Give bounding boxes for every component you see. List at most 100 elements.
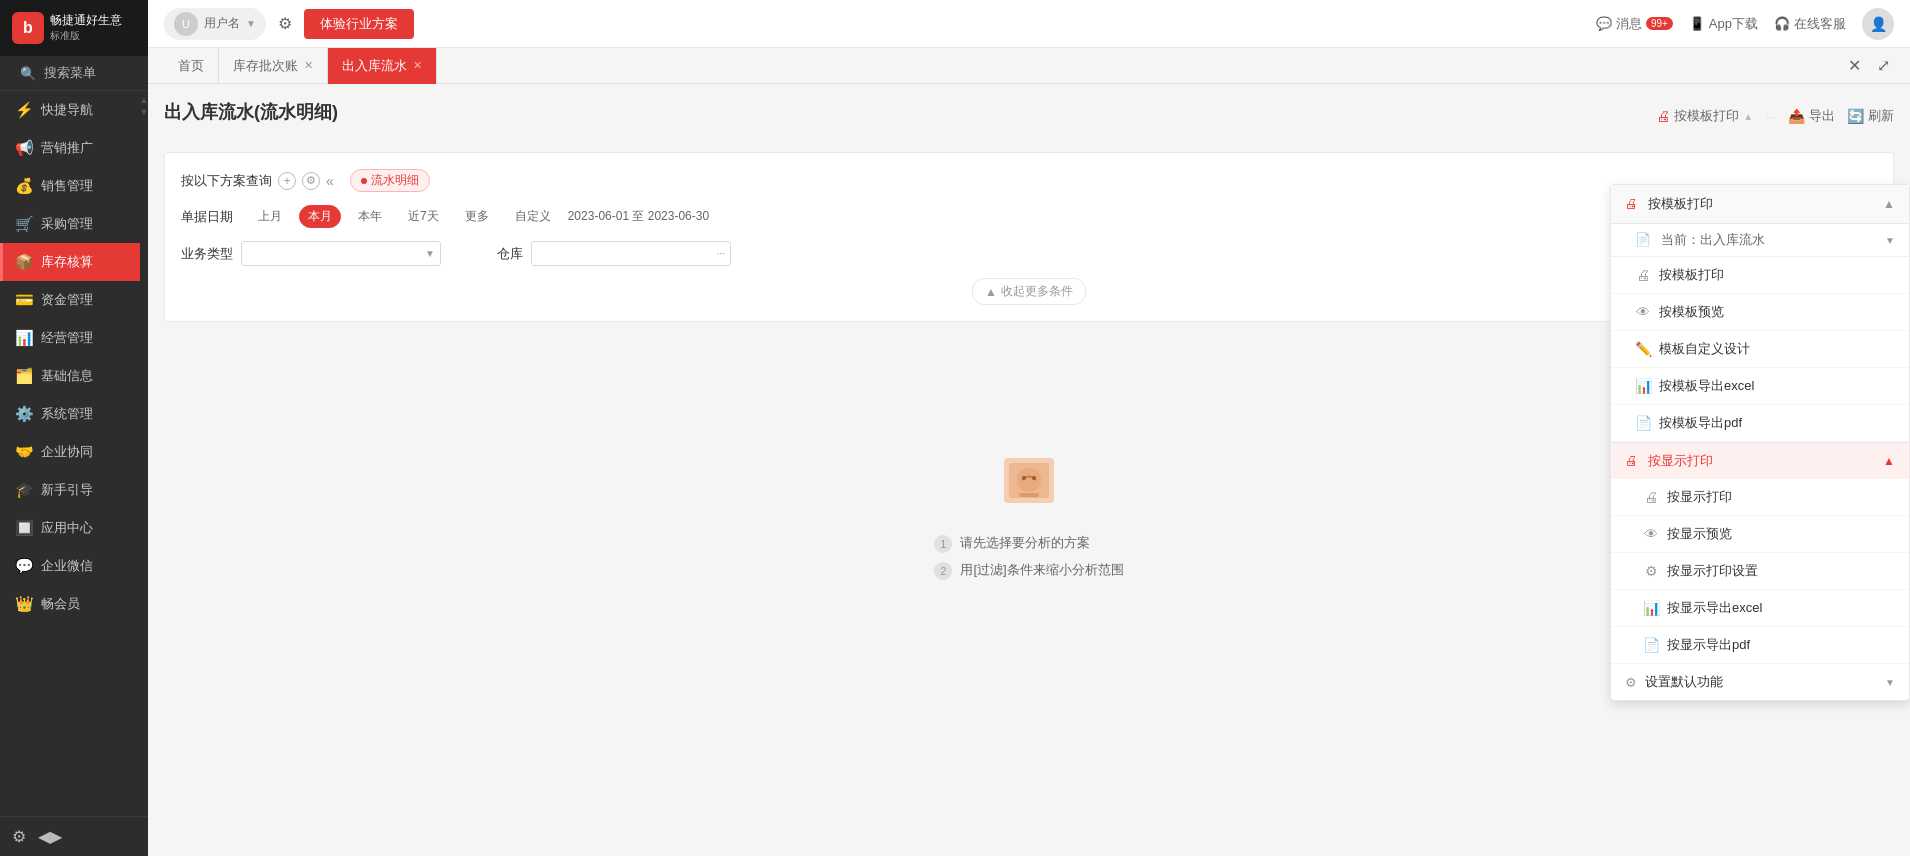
dropdown-item-template-print[interactable]: 🖨 按模板打印 [1611,257,1909,294]
dropdown-sub-item-display-settings[interactable]: ⚙ 按显示打印设置 [1611,553,1909,590]
sidebar-item-basic[interactable]: 🗂️ 基础信息 [0,357,140,395]
svg-point-4 [1032,476,1036,480]
filter-tag-label: 流水明细 [371,172,419,189]
date-btn-last-month[interactable]: 上月 [249,205,291,228]
biz-type-label: 业务类型 [181,245,233,263]
template-design-icon: ✏️ [1635,341,1651,357]
sidebar-item-purchase[interactable]: 🛒 采购管理 [0,205,140,243]
topbar-settings-icon[interactable]: ⚙ [278,14,292,33]
dropdown-item-template-pdf[interactable]: 📄 按模板导出pdf [1611,405,1909,442]
sidebar-item-system[interactable]: ⚙️ 系统管理 [0,395,140,433]
sidebar-nav: ⚡ 快捷导航 📢 营销推广 💰 销售管理 🛒 采购管理 📦 库存核算 💳 [0,91,140,816]
dropdown-sub-item-display-excel[interactable]: 📊 按显示导出excel [1611,590,1909,627]
collapse-more-btn[interactable]: ▲ 收起更多条件 [972,278,1086,305]
template-excel-icon: 📊 [1635,378,1651,394]
footer-icon: ⚙ [1625,675,1637,690]
sidebar-search[interactable]: 🔍 搜索菜单 [0,56,148,91]
sidebar-bottom: ⚙ ◀▶ [0,816,148,856]
profile-avatar[interactable]: 👤 [1862,8,1894,40]
section-collapse-arrow[interactable]: ▲ [1883,454,1895,468]
scroll-up-arrow[interactable]: ▲ [140,95,148,105]
biz-type-select[interactable] [241,241,441,266]
export-label: 导出 [1809,107,1835,125]
toolbar: 🖨 按模板打印 ▲ ··· 📤 导出 🔄 刷新 [1656,107,1894,125]
export-btn[interactable]: 📤 导出 [1788,107,1835,125]
sidebar-item-shortcut[interactable]: ⚡ 快捷导航 [0,91,140,129]
dropdown-sub-item-display-print[interactable]: 🖨 按显示打印 [1611,479,1909,516]
print-template-btn[interactable]: 🖨 按模板打印 ▲ [1656,107,1753,125]
filter-add-btn[interactable]: + [278,172,296,190]
sidebar-item-finance[interactable]: 💳 资金管理 [0,281,140,319]
dropdown-header-label: 按模板打印 [1648,196,1713,211]
tabs-bar: 首页 库存批次账 ✕ 出入库流水 ✕ ✕ ⤢ [148,48,1910,84]
enterprise-icon: 🤝 [15,443,33,461]
date-btn-this-month[interactable]: 本月 [299,205,341,228]
dropdown-footer[interactable]: ⚙ 设置默认功能 ▼ [1611,664,1909,700]
system-icon: ⚙️ [15,405,33,423]
current-label-arrow[interactable]: ▼ [1885,235,1895,246]
display-preview-icon: 👁 [1643,526,1659,542]
tab-batch[interactable]: 库存批次账 ✕ [219,48,328,84]
sidebar-item-label: 经营管理 [41,329,93,347]
online-service-label: 在线客服 [1794,15,1846,33]
sidebar-item-inventory[interactable]: 📦 库存核算 [0,243,140,281]
dropdown-collapse-arrow[interactable]: ▲ [1883,197,1895,211]
dropdown-item-template-design[interactable]: ✏️ 模板自定义设计 [1611,331,1909,368]
sidebar-scrollbar: ▲ ▼ [140,91,148,816]
display-excel-icon: 📊 [1643,600,1659,616]
sidebar-item-member[interactable]: 👑 畅会员 [0,585,140,623]
tabs-right-btns: ✕ ⤢ [1844,52,1894,79]
sidebar-item-operation[interactable]: 📊 经营管理 [0,319,140,357]
section-icon: 🖨 [1625,453,1638,468]
date-btn-7days[interactable]: 近7天 [399,205,448,228]
message-action[interactable]: 💬 消息 99+ [1596,15,1673,33]
date-btn-this-year[interactable]: 本年 [349,205,391,228]
tab-home[interactable]: 首页 [164,48,219,84]
dropdown-item-template-preview[interactable]: 👁 按模板预览 [1611,294,1909,331]
sidebar-item-sales[interactable]: 💰 销售管理 [0,167,140,205]
warehouse-group: 仓库 ··· [497,241,731,266]
dropdown-header-left: 🖨 按模板打印 [1625,195,1713,213]
dropdown-header: 🖨 按模板打印 ▲ [1611,185,1909,224]
tab-flow-close[interactable]: ✕ [413,59,422,72]
refresh-btn[interactable]: 🔄 刷新 [1847,107,1894,125]
maximize-tab-btn[interactable]: ⤢ [1873,52,1894,79]
dropdown-sub-item-display-preview[interactable]: 👁 按显示预览 [1611,516,1909,553]
tab-batch-close[interactable]: ✕ [304,59,313,72]
trial-button[interactable]: 体验行业方案 [304,9,414,39]
filter-tag[interactable]: 流水明细 [350,169,430,192]
app-logo-icon: b [12,12,44,44]
settings-bottom-icon[interactable]: ⚙ [12,827,26,846]
online-service-action[interactable]: 🎧 在线客服 [1774,15,1846,33]
display-print-section-header[interactable]: 🖨 按显示打印 ▲ [1611,443,1909,479]
basic-icon: 🗂️ [15,367,33,385]
tab-home-label: 首页 [178,57,204,75]
date-btn-more[interactable]: 更多 [456,205,498,228]
sidebar-item-marketing[interactable]: 📢 营销推广 [0,129,140,167]
app-download-action[interactable]: 📱 App下载 [1689,15,1758,33]
sidebar-item-guide[interactable]: 🎓 新手引导 [0,471,140,509]
dropdown-sub-item-display-pdf[interactable]: 📄 按显示导出pdf [1611,627,1909,664]
template-design-label: 模板自定义设计 [1659,340,1750,358]
biz-type-wrapper: ▼ [241,241,441,266]
dropdown-item-template-excel[interactable]: 📊 按模板导出excel [1611,368,1909,405]
sidebar-item-label: 快捷导航 [41,101,93,119]
template-excel-label: 按模板导出excel [1659,377,1754,395]
empty-svg [989,438,1069,518]
date-btn-custom[interactable]: 自定义 [506,205,560,228]
template-print-icon: 🖨 [1635,267,1651,283]
filter-collapse-btn[interactable]: « [326,173,334,189]
tab-flow[interactable]: 出入库流水 ✕ [328,48,437,84]
template-preview-icon: 👁 [1635,304,1651,320]
warehouse-select[interactable] [531,241,731,266]
close-tab-btn[interactable]: ✕ [1844,52,1865,79]
filter-settings-btn[interactable]: ⚙ [302,172,320,190]
collapse-sidebar-icon[interactable]: ◀▶ [38,827,62,846]
scroll-down-arrow[interactable]: ▼ [140,107,148,117]
print-icon: 🖨 [1656,108,1670,124]
sidebar-item-enterprise[interactable]: 🤝 企业协同 [0,433,140,471]
sidebar-item-wechat[interactable]: 💬 企业微信 [0,547,140,585]
display-print-label: 按显示打印 [1667,488,1732,506]
sidebar-item-appcenter[interactable]: 🔲 应用中心 [0,509,140,547]
user-selector[interactable]: U 用户名 ▼ [164,8,266,40]
